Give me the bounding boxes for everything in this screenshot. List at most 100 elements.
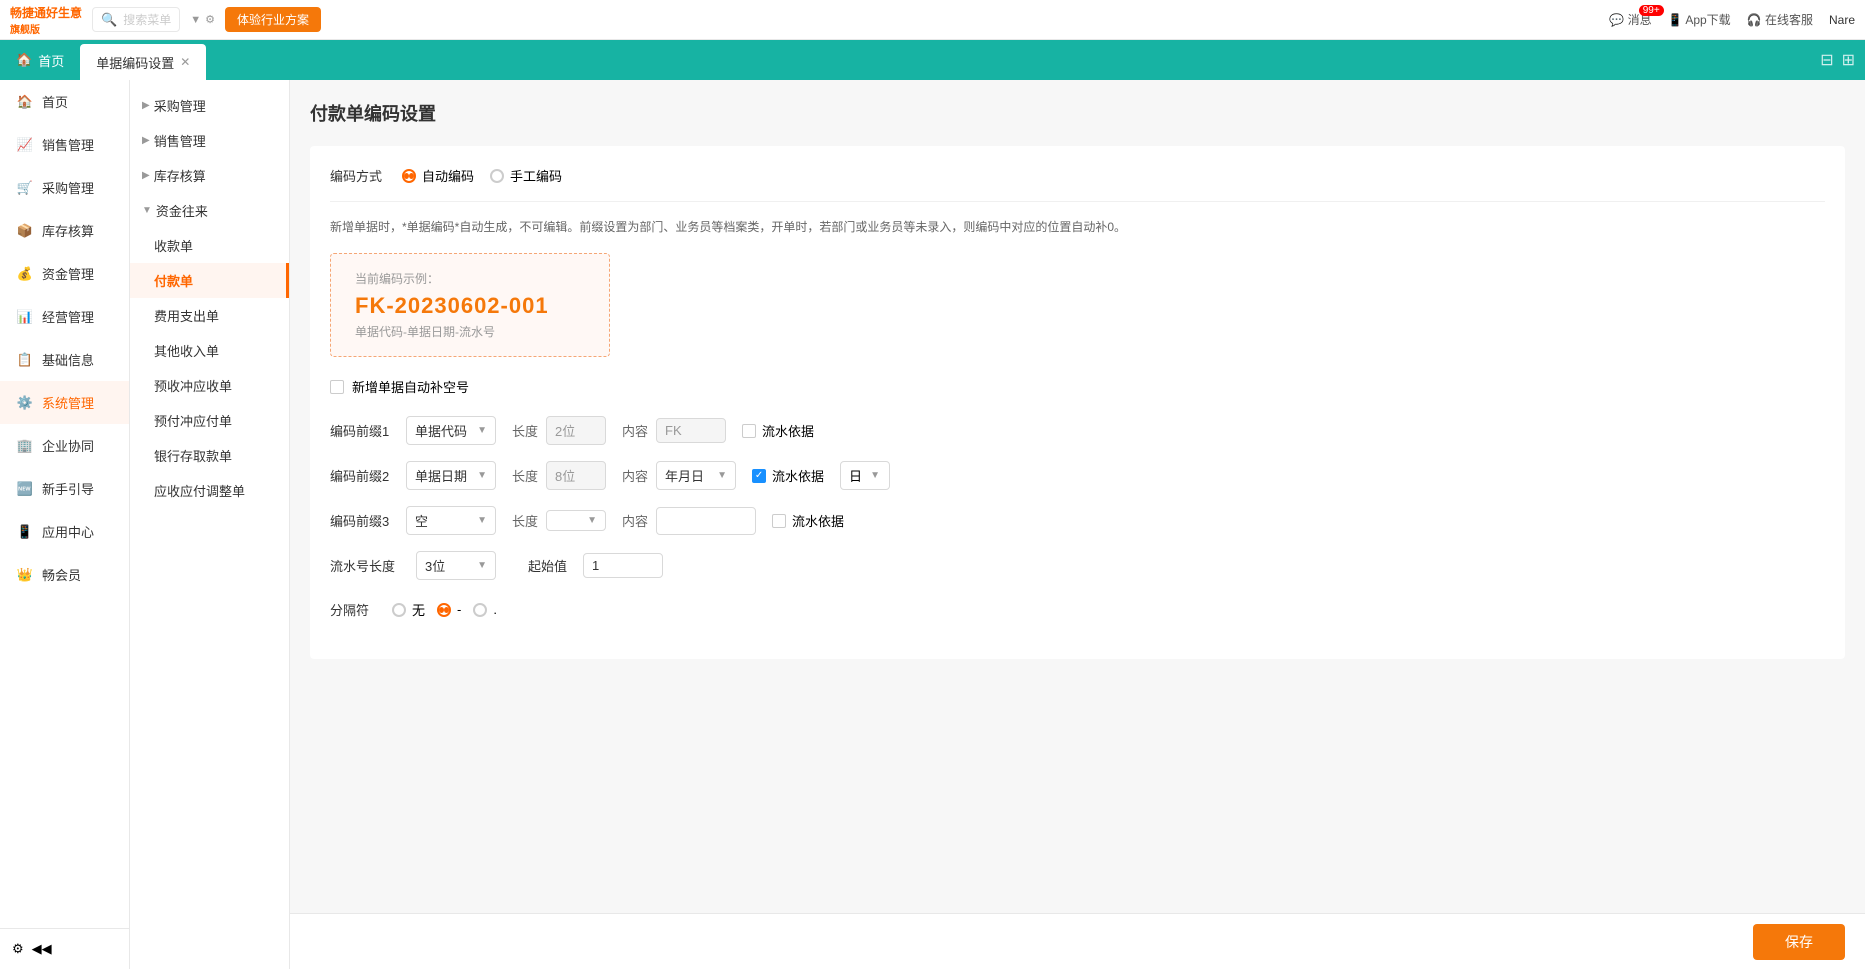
group-inventory-title[interactable]: ▶ 库存核算: [130, 158, 289, 193]
arrow-right-icon: ▶: [142, 100, 150, 111]
radio-auto-circle: [402, 169, 416, 183]
sidebar-item-advance-receivable[interactable]: 预收冲应收单: [130, 368, 289, 403]
group-cashflow-title[interactable]: ▼ 资金往来: [130, 193, 289, 228]
prefix2-row: 编码前缀2 单据日期 ▼ 长度 8位 内容 年月日: [330, 461, 1825, 490]
prefix2-serial-group: ✓ 流水依据: [752, 466, 824, 485]
sidebar-nav: 🏠 首页 📈 销售管理 🛒 采购管理 📦 库存核算 💰 资金管理 📊 经营管理 …: [0, 80, 130, 969]
search-area[interactable]: 🔍 搜索菜单: [92, 7, 180, 32]
prefix2-content-group: 内容 年月日 ▼: [622, 461, 736, 490]
auto-fill-row: 新增单据自动补空号: [330, 377, 1825, 396]
sep-none-radio[interactable]: 无: [392, 600, 425, 619]
sidebar-item-ar-adjustment[interactable]: 应收应付调整单: [130, 473, 289, 508]
sidebar-item-sales[interactable]: 📈 销售管理: [0, 123, 129, 166]
sidebar-item-appcenter[interactable]: 📱 应用中心: [0, 510, 129, 553]
sidebar-item-finance[interactable]: 💰 资金管理: [0, 252, 129, 295]
sidebar-item-other-income[interactable]: 其他收入单: [130, 333, 289, 368]
dropdown-icon: ▼: [587, 515, 597, 526]
serial-length-row: 流水号长度 3位 ▼ 起始值 1: [330, 551, 1825, 580]
dropdown-icon: ▼: [717, 470, 727, 481]
sidebar-item-member[interactable]: 👑 畅会员: [0, 553, 129, 596]
sidebar-item-enterprise[interactable]: 🏢 企业协同: [0, 424, 129, 467]
sidebar-item-bank-deposit[interactable]: 银行存取款单: [130, 438, 289, 473]
start-value-input[interactable]: 1: [583, 553, 663, 578]
sep-dash-circle: [437, 603, 451, 617]
member-icon: 👑: [16, 566, 34, 584]
auto-fill-checkbox[interactable]: [330, 380, 344, 394]
user-name[interactable]: Nare: [1829, 13, 1855, 27]
headset-icon: 🎧: [1747, 13, 1762, 27]
auto-fill-label: 新增单据自动补空号: [352, 377, 469, 396]
sidebar-item-system[interactable]: ⚙️ 系统管理: [0, 381, 129, 424]
main-layout: 🏠 首页 📈 销售管理 🛒 采购管理 📦 库存核算 💰 资金管理 📊 经营管理 …: [0, 80, 1865, 969]
radio-manual-circle: [490, 169, 504, 183]
preview-box: 当前编码示例： FK-20230602-001 单据代码-单据日期-流水号: [330, 253, 610, 357]
prefix2-day-select[interactable]: 日 ▼: [840, 461, 890, 490]
collapse-icon[interactable]: ◀◀: [32, 941, 52, 957]
sidebar-item-operations[interactable]: 📊 经营管理: [0, 295, 129, 338]
group-sales-title[interactable]: ▶ 销售管理: [130, 123, 289, 158]
enterprise-icon: 🏢: [16, 437, 34, 455]
prefix3-content-input[interactable]: [656, 507, 756, 535]
sep-dot-radio[interactable]: .: [473, 602, 497, 617]
experience-btn[interactable]: 体验行业方案: [225, 7, 321, 32]
sidebar-item-payment[interactable]: 付款单: [130, 263, 289, 298]
prefix3-length-select[interactable]: ▼: [546, 510, 606, 531]
topbar: 畅捷通好生意 旗舰版 🔍 搜索菜单 ▼ ⚙ 体验行业方案 💬 消息 99+ 📱 …: [0, 0, 1865, 40]
minimize-icon[interactable]: ⊟: [1820, 50, 1833, 70]
app-download[interactable]: 📱 App下载: [1668, 11, 1731, 28]
content-area: ▶ 采购管理 ▶ 销售管理 ▶ 库存核算 ▼ 资金往来: [130, 80, 1865, 969]
prefix3-serial-checkbox[interactable]: [772, 514, 786, 528]
purchase-icon: 🛒: [16, 179, 34, 197]
appcenter-icon: 📱: [16, 523, 34, 541]
prefix1-content-group: 内容 FK: [622, 418, 726, 443]
prefix1-serial-group: 流水依据: [742, 421, 814, 440]
dropdown-icon: ▼: [477, 470, 487, 481]
prefix1-row: 编码前缀1 单据代码 ▼ 长度 2位 内容 FK: [330, 416, 1825, 445]
prefix2-select[interactable]: 单据日期 ▼: [406, 461, 496, 490]
tab-close-icon[interactable]: ✕: [180, 55, 190, 69]
group-purchase-title[interactable]: ▶ 采购管理: [130, 88, 289, 123]
radio-manual[interactable]: 手工编码: [490, 166, 562, 185]
system-icon: ⚙️: [16, 394, 34, 412]
info-text: 新增单据时，*单据编码*自动生成，不可编辑。前缀设置为部门、业务员等档案类，开单…: [330, 218, 1825, 237]
sidebar-item-inventory[interactable]: 📦 库存核算: [0, 209, 129, 252]
prefix1-content-input: FK: [656, 418, 726, 443]
sep-dash-radio[interactable]: -: [437, 602, 461, 617]
home-icon: 🏠: [16, 93, 34, 111]
save-button[interactable]: 保存: [1753, 924, 1845, 960]
prefix2-length-input: 8位: [546, 461, 606, 490]
serial-length-select[interactable]: 3位 ▼: [416, 551, 496, 580]
preview-title: 当前编码示例：: [355, 270, 585, 287]
sidebar-item-basic[interactable]: 📋 基础信息: [0, 338, 129, 381]
tab-setting[interactable]: 单据编码设置 ✕: [80, 44, 206, 80]
sidebar-item-receipt[interactable]: 收款单: [130, 228, 289, 263]
sidebar-item-purchase[interactable]: 🛒 采购管理: [0, 166, 129, 209]
sidebar-item-home[interactable]: 🏠 首页: [0, 80, 129, 123]
sales-icon: 📈: [16, 136, 34, 154]
message-area[interactable]: 💬 消息 99+: [1609, 11, 1651, 28]
radio-auto[interactable]: 自动编码: [402, 166, 474, 185]
dropdown-icon: ▼: [477, 560, 487, 571]
sidebar-item-newguide[interactable]: 🆕 新手引导: [0, 467, 129, 510]
prefix2-content-select[interactable]: 年月日 ▼: [656, 461, 736, 490]
preview-subtitle: 单据代码-单据日期-流水号: [355, 323, 585, 340]
group-cashflow: ▼ 资金往来 收款单 付款单 费用支出单 其他收入单 预收冲应收单 预付冲应付单…: [130, 193, 289, 508]
manual-encoding-label: 手工编码: [510, 166, 562, 185]
maximize-icon[interactable]: ⊞: [1842, 50, 1855, 70]
main-content: 付款单编码设置 编码方式 自动编码: [290, 80, 1865, 913]
radio-group: 自动编码 手工编码: [402, 166, 562, 185]
online-service[interactable]: 🎧 在线客服: [1747, 11, 1813, 28]
settings-bottom-icon[interactable]: ⚙: [12, 941, 24, 957]
tab-home[interactable]: 🏠 首页: [0, 40, 80, 80]
sidebar-item-expense[interactable]: 费用支出单: [130, 298, 289, 333]
prefix3-select[interactable]: 空 ▼: [406, 506, 496, 535]
prefix1-select[interactable]: 单据代码 ▼: [406, 416, 496, 445]
phone-icon: 📱: [1668, 13, 1683, 27]
sidebar-bottom: ⚙ ◀◀: [0, 928, 129, 969]
prefix1-length-input: 2位: [546, 416, 606, 445]
prefix1-serial-checkbox[interactable]: [742, 424, 756, 438]
prefix2-serial-checkbox[interactable]: ✓: [752, 469, 766, 483]
prefix1-label: 编码前缀1: [330, 421, 390, 440]
encoding-method-label: 编码方式: [330, 166, 382, 185]
sidebar-item-advance-payable[interactable]: 预付冲应付单: [130, 403, 289, 438]
